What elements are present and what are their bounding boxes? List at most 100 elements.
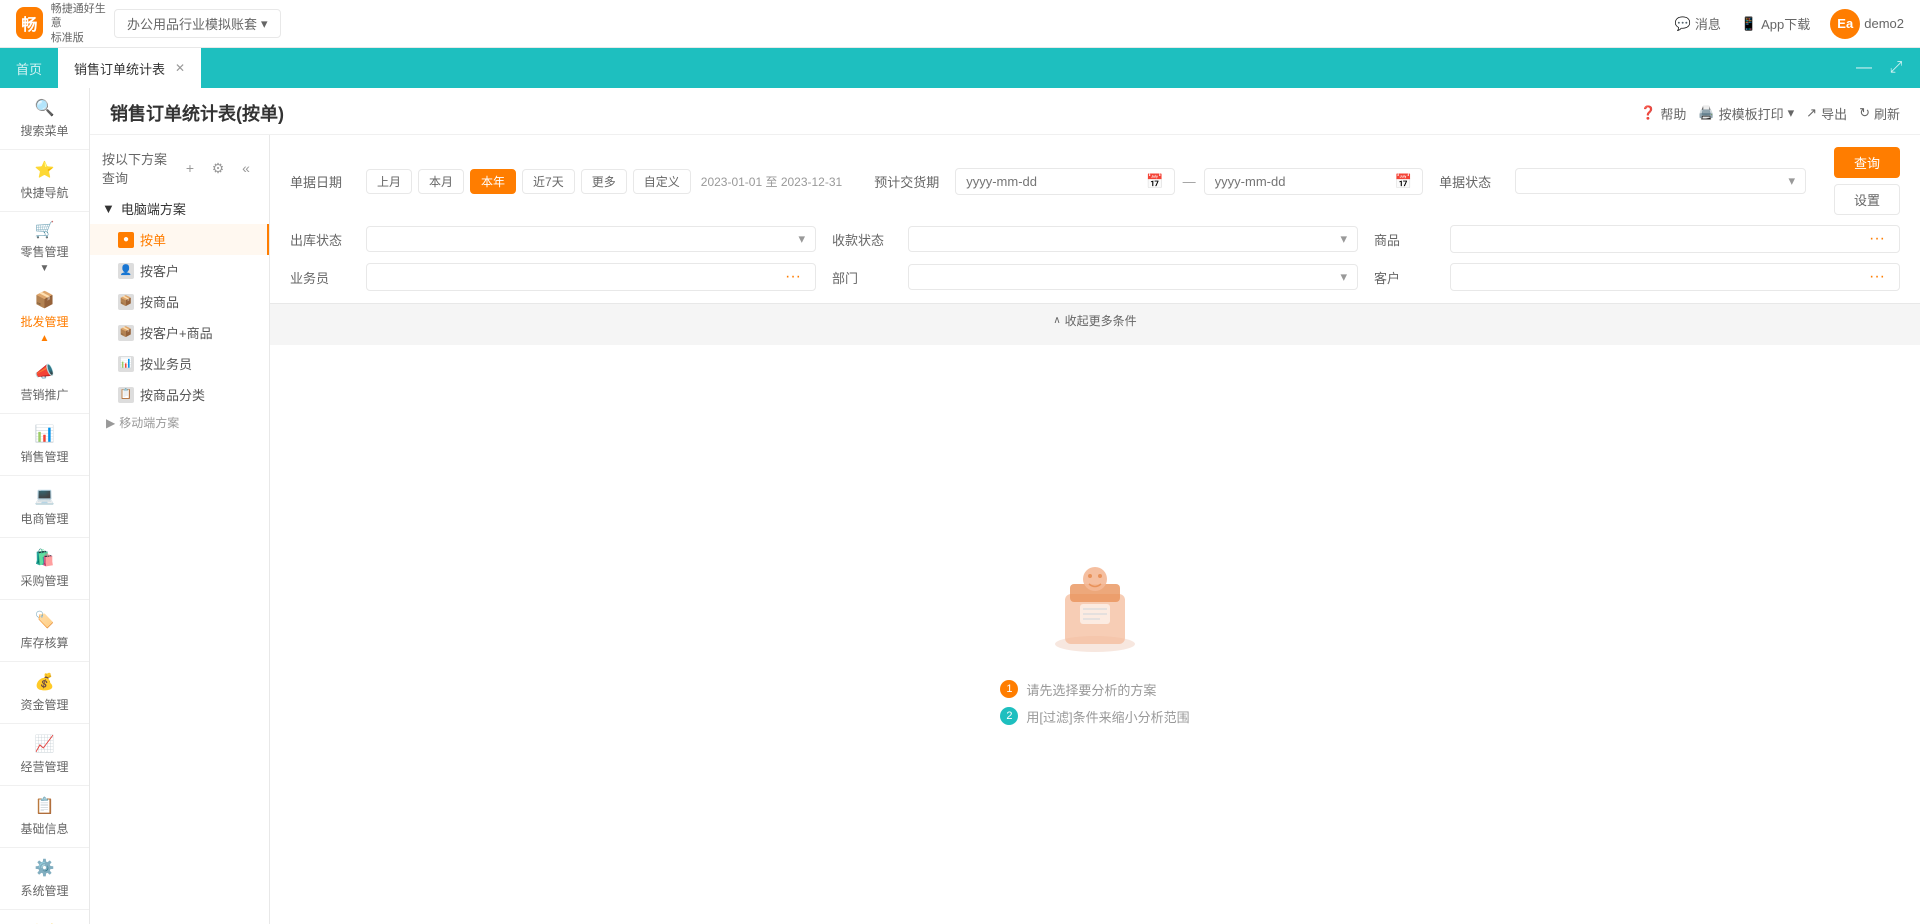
tab-close-icon[interactable]: ✕ bbox=[175, 61, 185, 75]
calendar-end-icon: 📅 bbox=[1395, 173, 1412, 190]
collapse-bar[interactable]: ∧ 收起更多条件 bbox=[270, 303, 1920, 337]
date-btn-this-year[interactable]: 本年 bbox=[470, 169, 516, 194]
sidebar-item-marketing[interactable]: 📣 营销推广 bbox=[0, 352, 89, 414]
sidebar-item-sales-mgmt[interactable]: 📊 销售管理 bbox=[0, 414, 89, 476]
shipment-chevron-icon: ▾ bbox=[798, 231, 805, 247]
sidebar-item-quick-nav[interactable]: ⭐ 快捷导航 bbox=[0, 150, 89, 212]
payment-status-select[interactable]: ▾ bbox=[908, 226, 1358, 252]
purchase-icon: 🛍️ bbox=[35, 548, 55, 568]
ecommerce-icon: 💻 bbox=[35, 486, 55, 506]
expected-date-label: 预计交货期 bbox=[874, 172, 939, 191]
sidebar-item-ecommerce[interactable]: 💻 电商管理 bbox=[0, 476, 89, 538]
app-download-button[interactable]: 📱 App下载 bbox=[1741, 14, 1810, 33]
payment-status-label: 收款状态 bbox=[832, 230, 892, 249]
date-label: 单据日期 bbox=[290, 172, 350, 191]
expected-date-end-input[interactable] bbox=[1215, 174, 1391, 189]
order-status-label: 单据状态 bbox=[1439, 172, 1499, 191]
sidebar-item-inventory[interactable]: 🏷️ 库存核算 bbox=[0, 600, 89, 662]
nav-group-pc-solutions[interactable]: ▼ 电脑端方案 bbox=[90, 193, 269, 224]
finance-icon: 💰 bbox=[35, 672, 55, 692]
tab-sales-order-stats[interactable]: 销售订单统计表 ✕ bbox=[58, 48, 201, 88]
main-layout: 🔍 搜索菜单 ⭐ 快捷导航 🛒 零售管理 ▼ 📦 批发管理 ▲ 📣 营销推广 📊… bbox=[0, 88, 1920, 924]
body-split: 按以下方案查询 + ⚙ « ▼ 电脑端方案 ● 按单 👤 bbox=[90, 135, 1920, 924]
download-icon: 📱 bbox=[1741, 16, 1757, 32]
by-order-icon: ● bbox=[118, 232, 134, 248]
help-button[interactable]: ❓ 帮助 bbox=[1640, 104, 1686, 123]
system-icon: ⚙️ bbox=[35, 858, 55, 878]
filter-section: 单据日期 上月 本月 本年 近7天 更多 自定义 2023-01-01 至 20… bbox=[270, 135, 1920, 303]
nav-item-by-salesperson[interactable]: 📊 按业务员 bbox=[90, 348, 269, 379]
mobile-group-arrow-icon: ▶ bbox=[106, 416, 115, 430]
salesperson-input-group: ··· bbox=[366, 263, 816, 291]
sidebar-item-purchase[interactable]: 🛍️ 采购管理 bbox=[0, 538, 89, 600]
add-scheme-button[interactable]: + bbox=[179, 157, 201, 179]
sidebar-item-basics[interactable]: 📋 基础信息 bbox=[0, 786, 89, 848]
nav-item-by-customer[interactable]: 👤 按客户 bbox=[90, 255, 269, 286]
expand-button[interactable]: ⤢ bbox=[1884, 56, 1908, 80]
query-button[interactable]: 查询 bbox=[1834, 147, 1900, 178]
filter-row-2: 出库状态 ▾ 收款状态 ▾ 商品 ··· bbox=[290, 225, 1900, 253]
user-profile-button[interactable]: Ea demo2 bbox=[1830, 9, 1904, 39]
empty-tips: 1 请先选择要分析的方案 2 用[过滤]条件来缩小分析范围 bbox=[1000, 680, 1189, 726]
export-button[interactable]: ↗ 导出 bbox=[1806, 104, 1847, 123]
shipment-status-label: 出库状态 bbox=[290, 230, 350, 249]
message-icon: 💬 bbox=[1675, 16, 1691, 32]
department-select[interactable]: ▾ bbox=[908, 264, 1358, 290]
top-bar-right: 💬 消息 📱 App下载 Ea demo2 bbox=[1675, 9, 1904, 39]
customer-input[interactable] bbox=[1461, 270, 1865, 285]
goods-input[interactable] bbox=[1461, 232, 1865, 247]
wholesale-icon: 📦 bbox=[35, 290, 55, 310]
customer-ellipsis-icon[interactable]: ··· bbox=[1865, 268, 1889, 286]
sidebar-item-finance[interactable]: 💰 资金管理 bbox=[0, 662, 89, 724]
right-panel: 单据日期 上月 本月 本年 近7天 更多 自定义 2023-01-01 至 20… bbox=[270, 135, 1920, 924]
date-dash: — bbox=[1183, 174, 1196, 189]
message-button[interactable]: 💬 消息 bbox=[1675, 14, 1721, 33]
salesperson-ellipsis-icon[interactable]: ··· bbox=[781, 268, 805, 286]
collapse-panel-button[interactable]: « bbox=[235, 157, 257, 179]
sidebar-item-wholesale-mgmt[interactable]: 📦 批发管理 ▲ bbox=[0, 282, 89, 352]
expected-date-end-wrap: 📅 bbox=[1204, 168, 1423, 195]
sidebar-item-retail-mgmt[interactable]: 🛒 零售管理 ▼ bbox=[0, 212, 89, 282]
by-customer-icon: 👤 bbox=[118, 263, 134, 279]
avatar: Ea bbox=[1830, 9, 1860, 39]
date-btn-more[interactable]: 更多 bbox=[581, 169, 627, 194]
date-btn-this-month[interactable]: 本月 bbox=[418, 169, 464, 194]
refresh-button[interactable]: ↻ 刷新 bbox=[1859, 104, 1900, 123]
by-customer-product-icon: 📦 bbox=[118, 325, 134, 341]
sidebar-item-system[interactable]: ⚙️ 系统管理 bbox=[0, 848, 89, 910]
search-menu-icon: 🔍 bbox=[35, 98, 55, 118]
nav-item-by-order[interactable]: ● 按单 bbox=[90, 224, 269, 255]
settings-button[interactable]: 设置 bbox=[1834, 184, 1900, 215]
shipment-status-select[interactable]: ▾ bbox=[366, 226, 816, 252]
minimize-button[interactable]: — bbox=[1852, 56, 1876, 80]
refresh-icon: ↻ bbox=[1859, 105, 1870, 121]
logo-text: 畅捷通好生意 标准版 bbox=[51, 2, 106, 45]
expected-date-start-input[interactable] bbox=[966, 174, 1142, 189]
workspace-selector[interactable]: 办公用品行业模拟账套 ▾ bbox=[114, 9, 281, 38]
settings-scheme-button[interactable]: ⚙ bbox=[207, 157, 229, 179]
goods-ellipsis-icon[interactable]: ··· bbox=[1865, 230, 1889, 248]
page-header: 销售订单统计表(按单) ❓ 帮助 🖨️ 按模板打印 ▾ ↗ 导出 ↻ 刷新 bbox=[90, 88, 1920, 135]
sidebar-item-search-menu[interactable]: 🔍 搜索菜单 bbox=[0, 88, 89, 150]
nav-item-by-product-category[interactable]: 📋 按商品分类 bbox=[90, 379, 269, 410]
help-icon: ❓ bbox=[1640, 105, 1656, 121]
date-btn-custom[interactable]: 自定义 bbox=[633, 169, 691, 194]
top-bar: 畅 畅捷通好生意 标准版 办公用品行业模拟账套 ▾ 💬 消息 📱 App下载 E… bbox=[0, 0, 1920, 48]
tab-bar-actions: — ⤢ bbox=[1852, 56, 1920, 80]
date-btn-7days[interactable]: 近7天 bbox=[522, 169, 575, 194]
salesperson-input[interactable] bbox=[377, 270, 781, 285]
date-btn-prev-month[interactable]: 上月 bbox=[366, 169, 412, 194]
sidebar-item-enterprise[interactable]: 🤝 企业协同 bbox=[0, 910, 89, 924]
tip-num-2: 2 bbox=[1000, 707, 1018, 725]
tab-home[interactable]: 首页 bbox=[0, 48, 58, 88]
nav-group-mobile-solutions[interactable]: ▶ 移动端方案 bbox=[90, 410, 269, 435]
expected-date-range: 📅 — 📅 bbox=[955, 168, 1423, 195]
group-arrow-icon: ▼ bbox=[102, 201, 115, 216]
nav-item-by-customer-product[interactable]: 📦 按客户+商品 bbox=[90, 317, 269, 348]
nav-item-by-product[interactable]: 📦 按商品 bbox=[90, 286, 269, 317]
order-status-select[interactable]: ▾ bbox=[1515, 168, 1806, 194]
page-title: 销售订单统计表(按单) bbox=[110, 100, 284, 126]
left-panel-actions: + ⚙ « bbox=[179, 157, 257, 179]
sidebar-item-operations[interactable]: 📈 经营管理 bbox=[0, 724, 89, 786]
template-print-button[interactable]: 🖨️ 按模板打印 ▾ bbox=[1698, 104, 1794, 123]
